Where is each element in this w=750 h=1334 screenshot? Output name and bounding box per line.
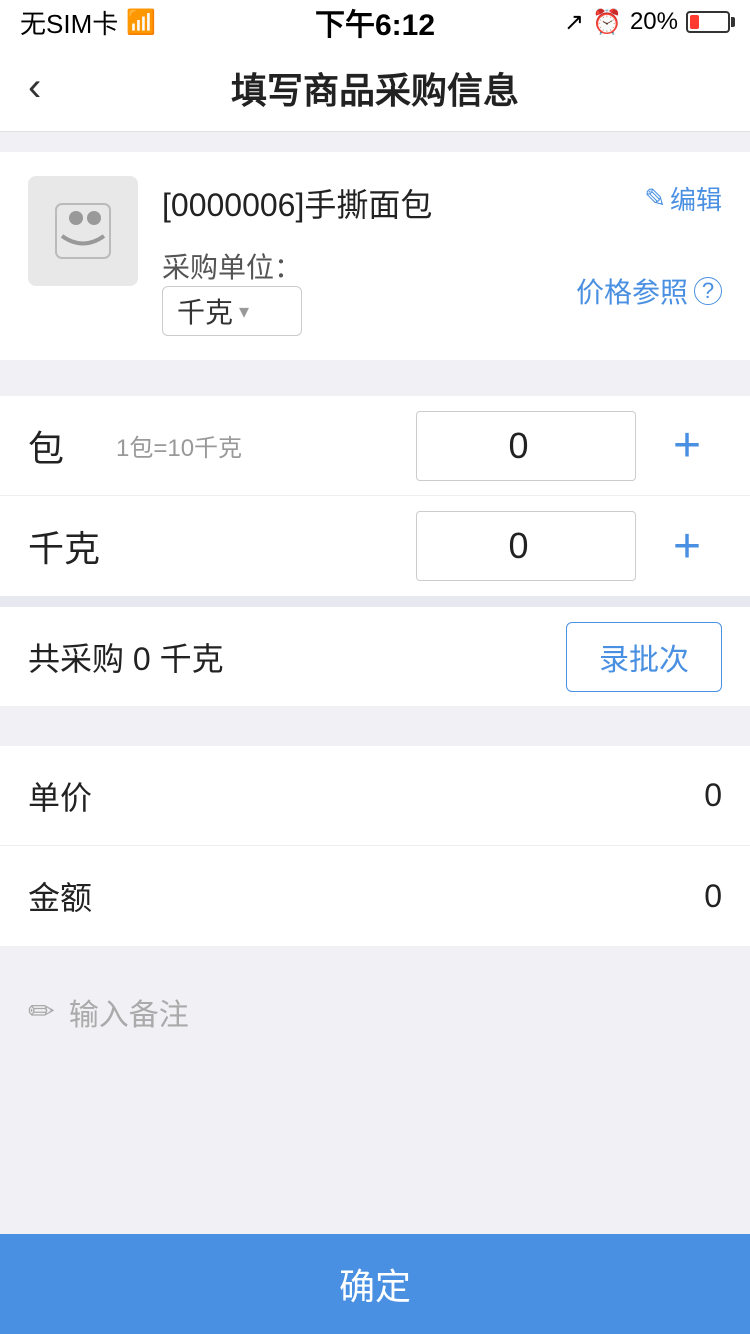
qty-row-kg: 千克 + — [0, 496, 750, 596]
price-label: 单价 — [28, 773, 92, 819]
price-ref-help-icon: ? — [694, 277, 722, 305]
qty-label-kg: 千克 — [28, 520, 108, 572]
confirm-button-label: 确定 — [339, 1258, 411, 1310]
note-section[interactable]: ✏ 输入备注 — [0, 966, 750, 1086]
product-thumbnail — [28, 176, 138, 286]
unit-label: 采购单位： — [162, 252, 302, 283]
edit-label: 编辑 — [670, 180, 722, 217]
battery-icon — [686, 11, 730, 33]
carrier-text: 无SIM卡 — [20, 4, 118, 41]
qty-sublabel-bao: 1包=10千克 — [116, 428, 242, 463]
edit-link[interactable]: ✎ 编辑 — [644, 180, 722, 217]
unit-value: 千克 — [177, 291, 233, 331]
divider-2 — [0, 596, 750, 606]
price-value: 0 — [704, 777, 722, 814]
location-icon: ↗ — [564, 8, 584, 37]
qty-row-bao: 包 1包=10千克 + — [0, 396, 750, 496]
note-placeholder: 输入备注 — [69, 990, 189, 1034]
unit-label-group: 采购单位： 千克 ▾ — [162, 246, 302, 336]
edit-icon: ✎ — [644, 183, 666, 214]
battery-fill — [690, 15, 699, 29]
qty-label-bao: 包 — [28, 420, 108, 472]
info-section: 单价 0 金额 0 — [0, 746, 750, 946]
unit-row: 采购单位： 千克 ▾ 价格参照 ? — [162, 246, 722, 336]
status-bar-time: 下午6:12 — [315, 0, 435, 44]
divider-3 — [0, 706, 750, 726]
amount-label: 金额 — [28, 873, 92, 919]
qty-input-bao[interactable] — [416, 411, 636, 481]
amount-row: 金额 0 — [0, 846, 750, 946]
unit-select[interactable]: 千克 ▾ — [162, 286, 302, 336]
quantity-section: 包 1包=10千克 + 千克 + — [0, 396, 750, 596]
confirm-button-bar[interactable]: 确定 — [0, 1234, 750, 1334]
product-name-row: [0000006]手撕面包 ✎ 编辑 — [162, 180, 722, 226]
chevron-down-icon: ▾ — [239, 299, 249, 324]
nav-bar: ‹ 填写商品采购信息 — [0, 44, 750, 132]
product-info: [0000006]手撕面包 ✎ 编辑 采购单位： 千克 ▾ 价格参照 ? — [162, 176, 722, 336]
pencil-icon: ✏ — [28, 992, 55, 1030]
qty-input-area-bao: + — [242, 411, 722, 481]
product-card: [0000006]手撕面包 ✎ 编辑 采购单位： 千克 ▾ 价格参照 ? — [0, 152, 750, 360]
battery-text: 20% — [630, 8, 678, 36]
qty-input-kg[interactable] — [416, 511, 636, 581]
qty-plus-bao[interactable]: + — [652, 411, 722, 481]
summary-row: 共采购 0 千克 录批次 — [0, 606, 750, 706]
status-bar-right: ↗ ⏰ 20% — [564, 8, 730, 37]
status-bar: 无SIM卡 📶 下午6:12 ↗ ⏰ 20% — [0, 0, 750, 44]
summary-text: 共采购 0 千克 — [28, 634, 224, 680]
qty-plus-kg[interactable]: + — [652, 511, 722, 581]
price-row: 单价 0 — [0, 746, 750, 846]
price-ref-label: 价格参照 — [576, 271, 688, 311]
status-bar-left: 无SIM卡 📶 — [20, 4, 156, 41]
divider-1 — [0, 360, 750, 376]
amount-value: 0 — [704, 878, 722, 915]
page-title: 填写商品采购信息 — [231, 62, 519, 114]
alarm-icon: ⏰ — [592, 8, 622, 37]
wifi-icon: 📶 — [126, 8, 156, 37]
back-button[interactable]: ‹ — [28, 65, 41, 110]
price-ref-button[interactable]: 价格参照 ? — [576, 271, 722, 311]
product-full-name: [0000006]手撕面包 — [162, 180, 432, 226]
qty-input-area-kg: + — [108, 511, 722, 581]
batch-button[interactable]: 录批次 — [566, 622, 722, 692]
